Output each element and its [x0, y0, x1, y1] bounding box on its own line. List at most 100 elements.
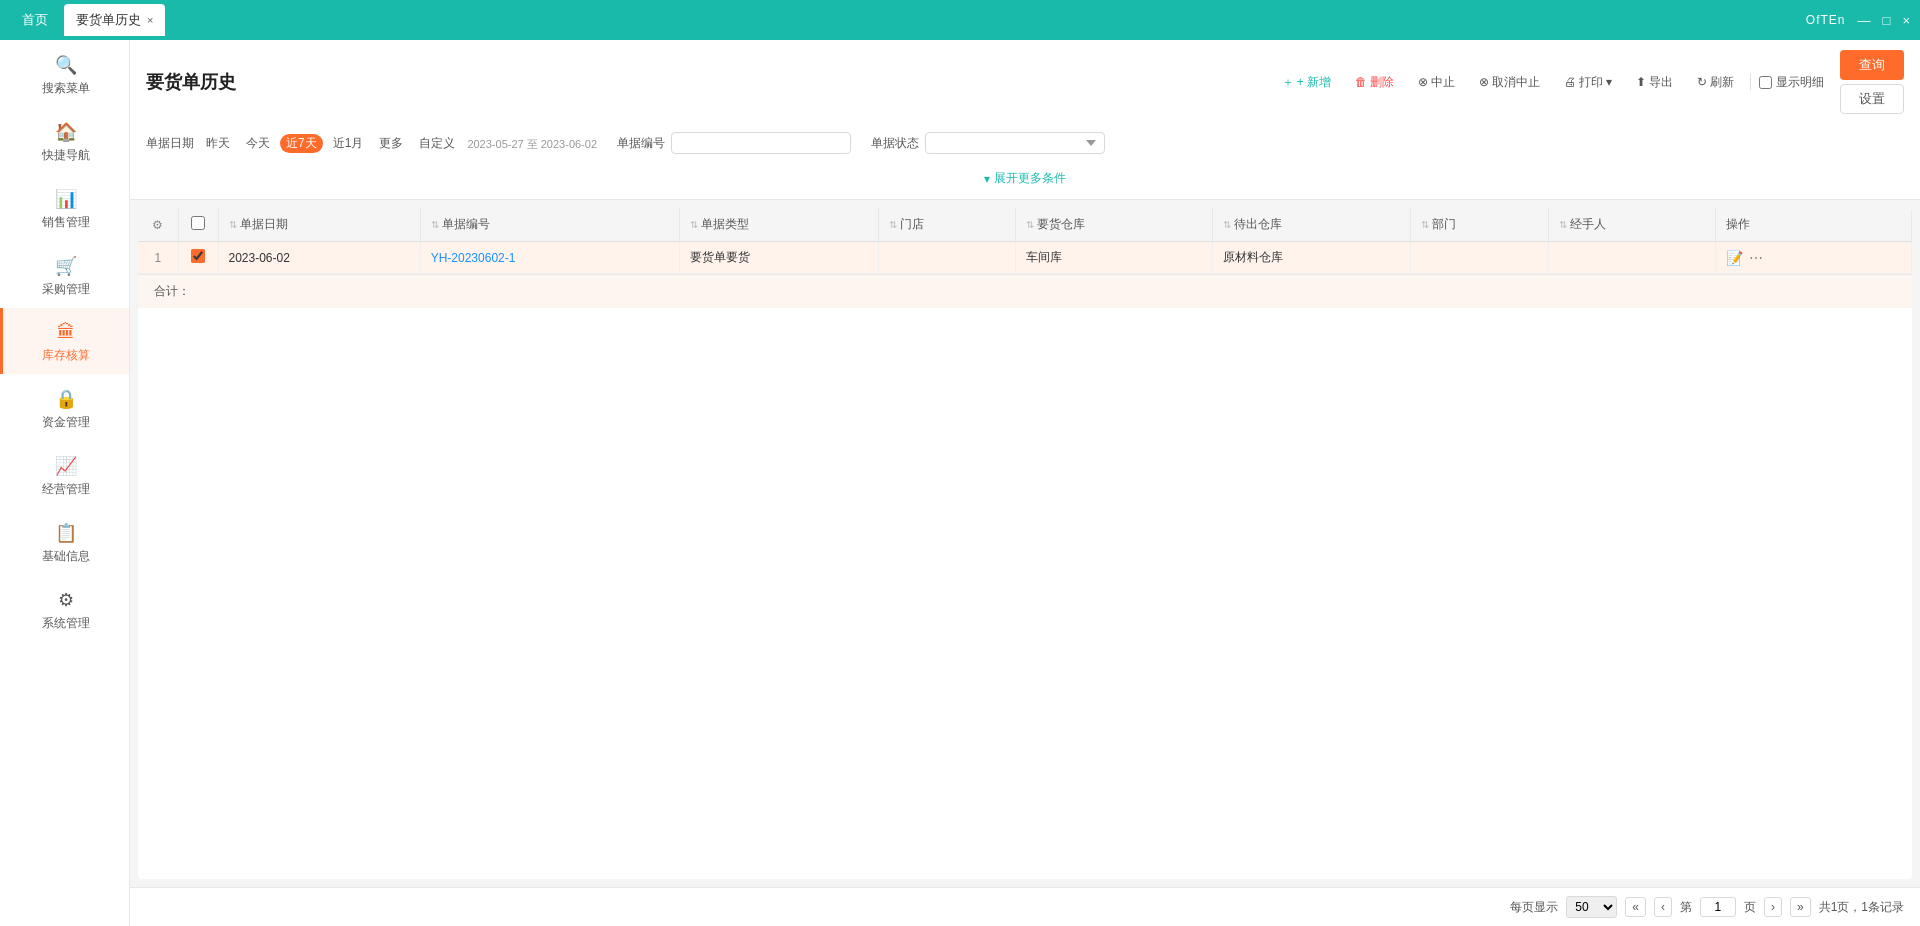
display-detail-checkbox[interactable] — [1759, 76, 1772, 89]
sort-doc-date-icon — [229, 217, 240, 231]
th-settings[interactable]: ⚙ — [138, 208, 178, 242]
new-button[interactable]: ＋ + 新增 — [1274, 70, 1339, 95]
row-pending-warehouse: 原材料仓库 — [1212, 242, 1411, 274]
page-input[interactable] — [1700, 897, 1736, 917]
date-shortcut-1month[interactable]: 近1月 — [327, 134, 370, 153]
export-button[interactable]: ⬆ 导出 — [1628, 70, 1681, 95]
next-page-btn[interactable]: › — [1764, 897, 1782, 917]
th-store[interactable]: 门店 — [878, 208, 1015, 242]
th-doc-date[interactable]: 单据日期 — [218, 208, 420, 242]
inventory-icon: 🏛 — [57, 322, 75, 343]
tab-active[interactable]: 要货单历史 × — [64, 4, 165, 36]
first-page-btn[interactable]: « — [1625, 897, 1646, 917]
row-doc-type: 要货单要货 — [680, 242, 879, 274]
sort-store-icon — [889, 217, 900, 231]
display-detail-checkbox-label[interactable]: 显示明细 — [1759, 74, 1824, 91]
purchase-icon: 🛒 — [55, 255, 77, 277]
export-icon: ⬆ — [1636, 75, 1646, 89]
sidebar-item-search-menu[interactable]: 🔍 搜索菜单 — [0, 40, 129, 107]
row-doc-no[interactable]: YH-20230602-1 — [420, 242, 679, 274]
total-records-label: 共1页，1条记录 — [1819, 899, 1904, 916]
date-filter-label: 单据日期 — [146, 135, 194, 152]
row-num: 1 — [138, 242, 178, 274]
table-settings-icon[interactable]: ⚙ — [152, 218, 163, 232]
close-tab-icon[interactable]: × — [147, 14, 153, 26]
th-checkbox[interactable] — [178, 208, 218, 242]
page-header: 要货单历史 ＋ + 新增 🗑 删除 ⊗ 中止 ⊗ — [130, 40, 1920, 200]
last-page-btn[interactable]: » — [1790, 897, 1811, 917]
prev-page-btn[interactable]: ‹ — [1654, 897, 1672, 917]
th-action: 操作 — [1715, 208, 1911, 242]
th-pending-warehouse[interactable]: 待出仓库 — [1212, 208, 1411, 242]
th-doc-type[interactable]: 单据类型 — [680, 208, 879, 242]
date-shortcut-custom[interactable]: 自定义 — [413, 134, 461, 153]
display-detail-label: 显示明细 — [1776, 74, 1824, 91]
refresh-label: 刷新 — [1710, 74, 1734, 91]
th-req-warehouse[interactable]: 要货仓库 — [1016, 208, 1212, 242]
th-department[interactable]: 部门 — [1411, 208, 1548, 242]
sidebar-item-finance-label: 资金管理 — [42, 414, 90, 431]
status-filter-select[interactable] — [925, 132, 1105, 154]
sidebar-item-operations[interactable]: 📈 经营管理 — [0, 441, 129, 508]
sidebar-item-inventory[interactable]: 🏛 库存核算 — [0, 308, 129, 374]
query-button[interactable]: 查询 — [1840, 50, 1904, 80]
th-doc-no[interactable]: 单据编号 — [420, 208, 679, 242]
sidebar-item-purchase[interactable]: 🛒 采购管理 — [0, 241, 129, 308]
row-req-warehouse: 车间库 — [1016, 242, 1212, 274]
table-body: 1 2023-06-02 YH-20230602-1 要货单要货 车间库 原材料… — [138, 242, 1912, 274]
docno-filter-label: 单据编号 — [617, 135, 665, 152]
page-label-after: 页 — [1744, 899, 1756, 916]
date-shortcut-7days[interactable]: 近7天 — [280, 134, 323, 153]
pagination-bar: 每页显示 50 20 100 « ‹ 第 页 › » 共1页，1条记录 — [130, 887, 1920, 926]
docno-filter-input[interactable] — [671, 132, 851, 154]
expand-more-btn[interactable]: ▾ 展开更多条件 — [984, 166, 1066, 191]
sidebar-item-purchase-label: 采购管理 — [42, 281, 90, 298]
delete-button[interactable]: 🗑 删除 — [1347, 70, 1402, 95]
stop-label: 中止 — [1431, 74, 1455, 91]
sidebar-item-search-menu-label: 搜索菜单 — [42, 80, 90, 97]
page-size-select[interactable]: 50 20 100 — [1566, 896, 1617, 918]
sidebar-item-basic-info-label: 基础信息 — [42, 548, 90, 565]
sidebar-item-system-label: 系统管理 — [42, 615, 90, 632]
action-edit-icon[interactable]: 📝 — [1726, 250, 1743, 266]
sidebar-item-sales-label: 销售管理 — [42, 214, 90, 231]
date-shortcut-today[interactable]: 今天 — [240, 134, 276, 153]
th-handler[interactable]: 经手人 — [1548, 208, 1715, 242]
toolbar: ＋ + 新增 🗑 删除 ⊗ 中止 ⊗ 取消中止 — [1274, 50, 1904, 114]
sidebar-item-finance[interactable]: 🔒 资金管理 — [0, 374, 129, 441]
sort-department-icon — [1421, 217, 1432, 231]
main-layout: 🔍 搜索菜单 🏠 快捷导航 📊 销售管理 🛒 采购管理 🏛 库存核算 🔒 资金管… — [0, 40, 1920, 926]
sidebar-item-system[interactable]: ⚙ 系统管理 — [0, 575, 129, 642]
delete-label: 删除 — [1370, 74, 1394, 91]
sidebar-item-basic-info[interactable]: 📋 基础信息 — [0, 508, 129, 575]
print-icon: 🖨 — [1564, 75, 1576, 89]
settings-button[interactable]: 设置 — [1840, 84, 1904, 114]
data-table: ⚙ 单据日期 单据编号 单据类型 门店 要货仓库 待出仓库 部门 经手人 操 — [138, 208, 1912, 274]
minimize-btn[interactable]: — — [1858, 13, 1871, 28]
sidebar-item-sales[interactable]: 📊 销售管理 — [0, 174, 129, 241]
tab-home[interactable]: 首页 — [10, 4, 60, 36]
stop-button[interactable]: ⊗ 中止 — [1410, 70, 1463, 95]
sidebar-item-quick-nav[interactable]: 🏠 快捷导航 — [0, 107, 129, 174]
window-close-btn[interactable]: × — [1902, 13, 1910, 28]
filter-date-group: 单据日期 昨天 今天 近7天 近1月 更多 自定义 2023-05-27 至 2… — [146, 134, 597, 153]
print-label: 打印 — [1579, 74, 1603, 91]
quick-nav-icon: 🏠 — [55, 121, 77, 143]
refresh-button[interactable]: ↻ 刷新 — [1689, 70, 1742, 95]
stop-icon: ⊗ — [1418, 75, 1428, 89]
row-handler — [1548, 242, 1715, 274]
select-all-checkbox[interactable] — [191, 216, 205, 230]
cancel-stop-button[interactable]: ⊗ 取消中止 — [1471, 70, 1548, 95]
expand-more-icon: ▾ — [984, 172, 990, 186]
sort-req-warehouse-icon — [1026, 217, 1037, 231]
print-button[interactable]: 🖨 打印 ▾ — [1556, 70, 1620, 95]
date-shortcut-more[interactable]: 更多 — [373, 134, 409, 153]
maximize-btn[interactable]: □ — [1883, 13, 1891, 28]
delete-icon: 🗑 — [1355, 75, 1367, 89]
date-shortcut-yesterday[interactable]: 昨天 — [200, 134, 236, 153]
sidebar-item-quick-nav-label: 快捷导航 — [42, 147, 90, 164]
row-checkbox[interactable] — [178, 242, 218, 274]
action-more-icon[interactable]: ⋯ — [1749, 250, 1763, 266]
sort-doc-type-icon — [690, 217, 701, 231]
date-shortcuts: 昨天 今天 近7天 近1月 更多 自定义 — [200, 134, 461, 153]
